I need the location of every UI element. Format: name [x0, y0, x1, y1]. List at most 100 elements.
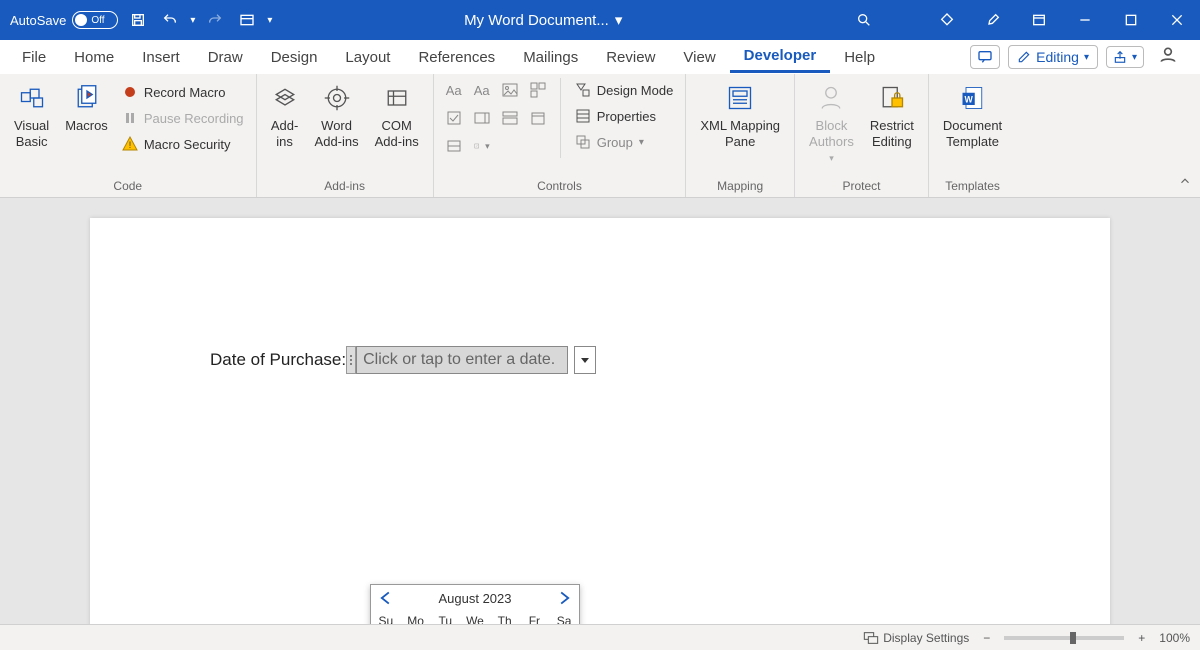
calendar-day-header: Fr	[520, 611, 550, 624]
comments-button[interactable]	[970, 45, 1000, 69]
tab-mailings[interactable]: Mailings	[509, 43, 592, 72]
tab-layout[interactable]: Layout	[331, 43, 404, 72]
ribbon-display-icon[interactable]	[1016, 0, 1062, 40]
tab-references[interactable]: References	[404, 43, 509, 72]
macros-button[interactable]: Macros	[59, 78, 114, 138]
undo-more-icon[interactable]: ▾	[190, 15, 195, 26]
zoom-slider[interactable]	[1004, 636, 1124, 640]
addins-icon	[271, 82, 299, 114]
document-area: Date of Purchase: Click or tap to enter …	[0, 198, 1200, 624]
repeating-control-icon[interactable]	[442, 134, 466, 158]
display-settings-button[interactable]: Display Settings	[863, 631, 969, 645]
editing-mode-button[interactable]: Editing▾	[1008, 45, 1098, 69]
menu-tabs: File Home Insert Draw Design Layout Refe…	[0, 40, 1200, 74]
date-control-icon[interactable]	[526, 106, 550, 130]
qat-more-icon[interactable]: ▾	[267, 15, 272, 26]
group-mapping: XML Mapping Pane Mapping	[686, 74, 795, 197]
titlebar: AutoSave Off ▾ ▾ My Word Document... ▾	[0, 0, 1200, 40]
plain-text-control-icon[interactable]: Aa	[470, 78, 494, 102]
group-label: Protect	[803, 177, 920, 195]
legacy-tools-icon[interactable]: ▾	[470, 134, 494, 158]
calendar-title[interactable]: August 2023	[438, 591, 511, 606]
brush-icon[interactable]	[970, 0, 1016, 40]
undo-icon[interactable]	[158, 8, 182, 32]
zoom-in-button[interactable]: +	[1134, 631, 1149, 645]
xml-mapping-icon	[726, 82, 754, 114]
zoom-out-button[interactable]: −	[979, 631, 994, 645]
autosave-toggle[interactable]: AutoSave Off	[10, 11, 118, 29]
svg-text:!: !	[129, 140, 132, 150]
group-label: Code	[8, 177, 248, 195]
calendar-popup: August 2023 SuMoTuWeThFrSa 3031123456789…	[370, 584, 580, 624]
addins-button[interactable]: Add- ins	[265, 78, 305, 153]
document-template-button[interactable]: WDocument Template	[937, 78, 1008, 153]
visual-basic-icon	[18, 82, 46, 114]
diamond-icon[interactable]	[924, 0, 970, 40]
qat-custom-icon[interactable]	[235, 8, 259, 32]
date-picker-dropdown-button[interactable]	[574, 346, 596, 374]
calendar-prev-icon[interactable]	[377, 589, 395, 607]
rich-text-control-icon[interactable]: Aa	[442, 78, 466, 102]
group-button[interactable]: Group ▾	[571, 130, 678, 154]
word-addins-button[interactable]: Word Add-ins	[309, 78, 365, 153]
collapse-ribbon-icon[interactable]	[1178, 174, 1192, 193]
ribbon: Visual Basic Macros Record Macro Pause R…	[0, 74, 1200, 198]
close-icon[interactable]	[1154, 0, 1200, 40]
checkbox-control-icon[interactable]	[442, 106, 466, 130]
document-title[interactable]: My Word Document...	[464, 12, 609, 29]
group-protect: Block Authors▾ Restrict Editing Protect	[795, 74, 929, 197]
design-mode-button[interactable]: Design Mode	[571, 78, 678, 102]
zoom-level[interactable]: 100%	[1159, 631, 1190, 645]
search-icon[interactable]	[852, 8, 876, 32]
tab-review[interactable]: Review	[592, 43, 669, 72]
tab-help[interactable]: Help	[830, 43, 889, 72]
com-addins-icon	[383, 82, 411, 114]
account-icon[interactable]	[1152, 45, 1184, 69]
building-block-control-icon[interactable]	[526, 78, 550, 102]
properties-button[interactable]: Properties	[571, 104, 678, 128]
tab-home[interactable]: Home	[60, 43, 128, 72]
calendar-day-header: Su	[371, 611, 401, 624]
record-macro-button[interactable]: Record Macro	[118, 80, 248, 104]
group-templates: WDocument Template Templates	[929, 74, 1016, 197]
tab-view[interactable]: View	[669, 43, 729, 72]
tab-developer[interactable]: Developer	[730, 41, 831, 73]
pause-recording-button: Pause Recording	[118, 106, 248, 130]
content-control-handle[interactable]	[346, 346, 356, 374]
combobox-control-icon[interactable]	[470, 106, 494, 130]
maximize-icon[interactable]	[1108, 0, 1154, 40]
restrict-editing-icon	[878, 82, 906, 114]
dropdown-control-icon[interactable]	[498, 106, 522, 130]
group-code: Visual Basic Macros Record Macro Pause R…	[0, 74, 257, 197]
tab-insert[interactable]: Insert	[128, 43, 194, 72]
date-content-control[interactable]: Click or tap to enter a date.	[356, 346, 568, 374]
tab-design[interactable]: Design	[257, 43, 332, 72]
picture-control-icon[interactable]	[498, 78, 522, 102]
block-authors-button[interactable]: Block Authors▾	[803, 78, 860, 168]
group-label: Mapping	[694, 177, 786, 195]
group-label: Controls	[442, 177, 678, 195]
document-template-icon: W	[959, 82, 987, 114]
calendar-day-header: We	[460, 611, 490, 624]
calendar-day-header: Tu	[430, 611, 460, 624]
restrict-editing-button[interactable]: Restrict Editing	[864, 78, 920, 153]
save-icon[interactable]	[126, 8, 150, 32]
group-addins: Add- ins Word Add-ins COM Add-ins Add-in…	[257, 74, 434, 197]
xml-mapping-button[interactable]: XML Mapping Pane	[694, 78, 786, 153]
visual-basic-button[interactable]: Visual Basic	[8, 78, 55, 153]
document-page[interactable]: Date of Purchase: Click or tap to enter …	[90, 218, 1110, 624]
calendar-day-header: Mo	[401, 611, 431, 624]
group-label: Add-ins	[265, 177, 425, 195]
share-button[interactable]: ▾	[1106, 46, 1144, 68]
word-addins-icon	[323, 82, 351, 114]
redo-icon[interactable]	[203, 8, 227, 32]
com-addins-button[interactable]: COM Add-ins	[369, 78, 425, 153]
calendar-next-icon[interactable]	[555, 589, 573, 607]
calendar-day-header: Sa	[549, 611, 579, 624]
macro-security-button[interactable]: !Macro Security	[118, 132, 248, 156]
tab-file[interactable]: File	[8, 43, 60, 72]
title-chevron-icon[interactable]: ▾	[615, 11, 623, 29]
minimize-icon[interactable]	[1062, 0, 1108, 40]
tab-draw[interactable]: Draw	[194, 43, 257, 72]
group-label: Templates	[937, 177, 1008, 195]
